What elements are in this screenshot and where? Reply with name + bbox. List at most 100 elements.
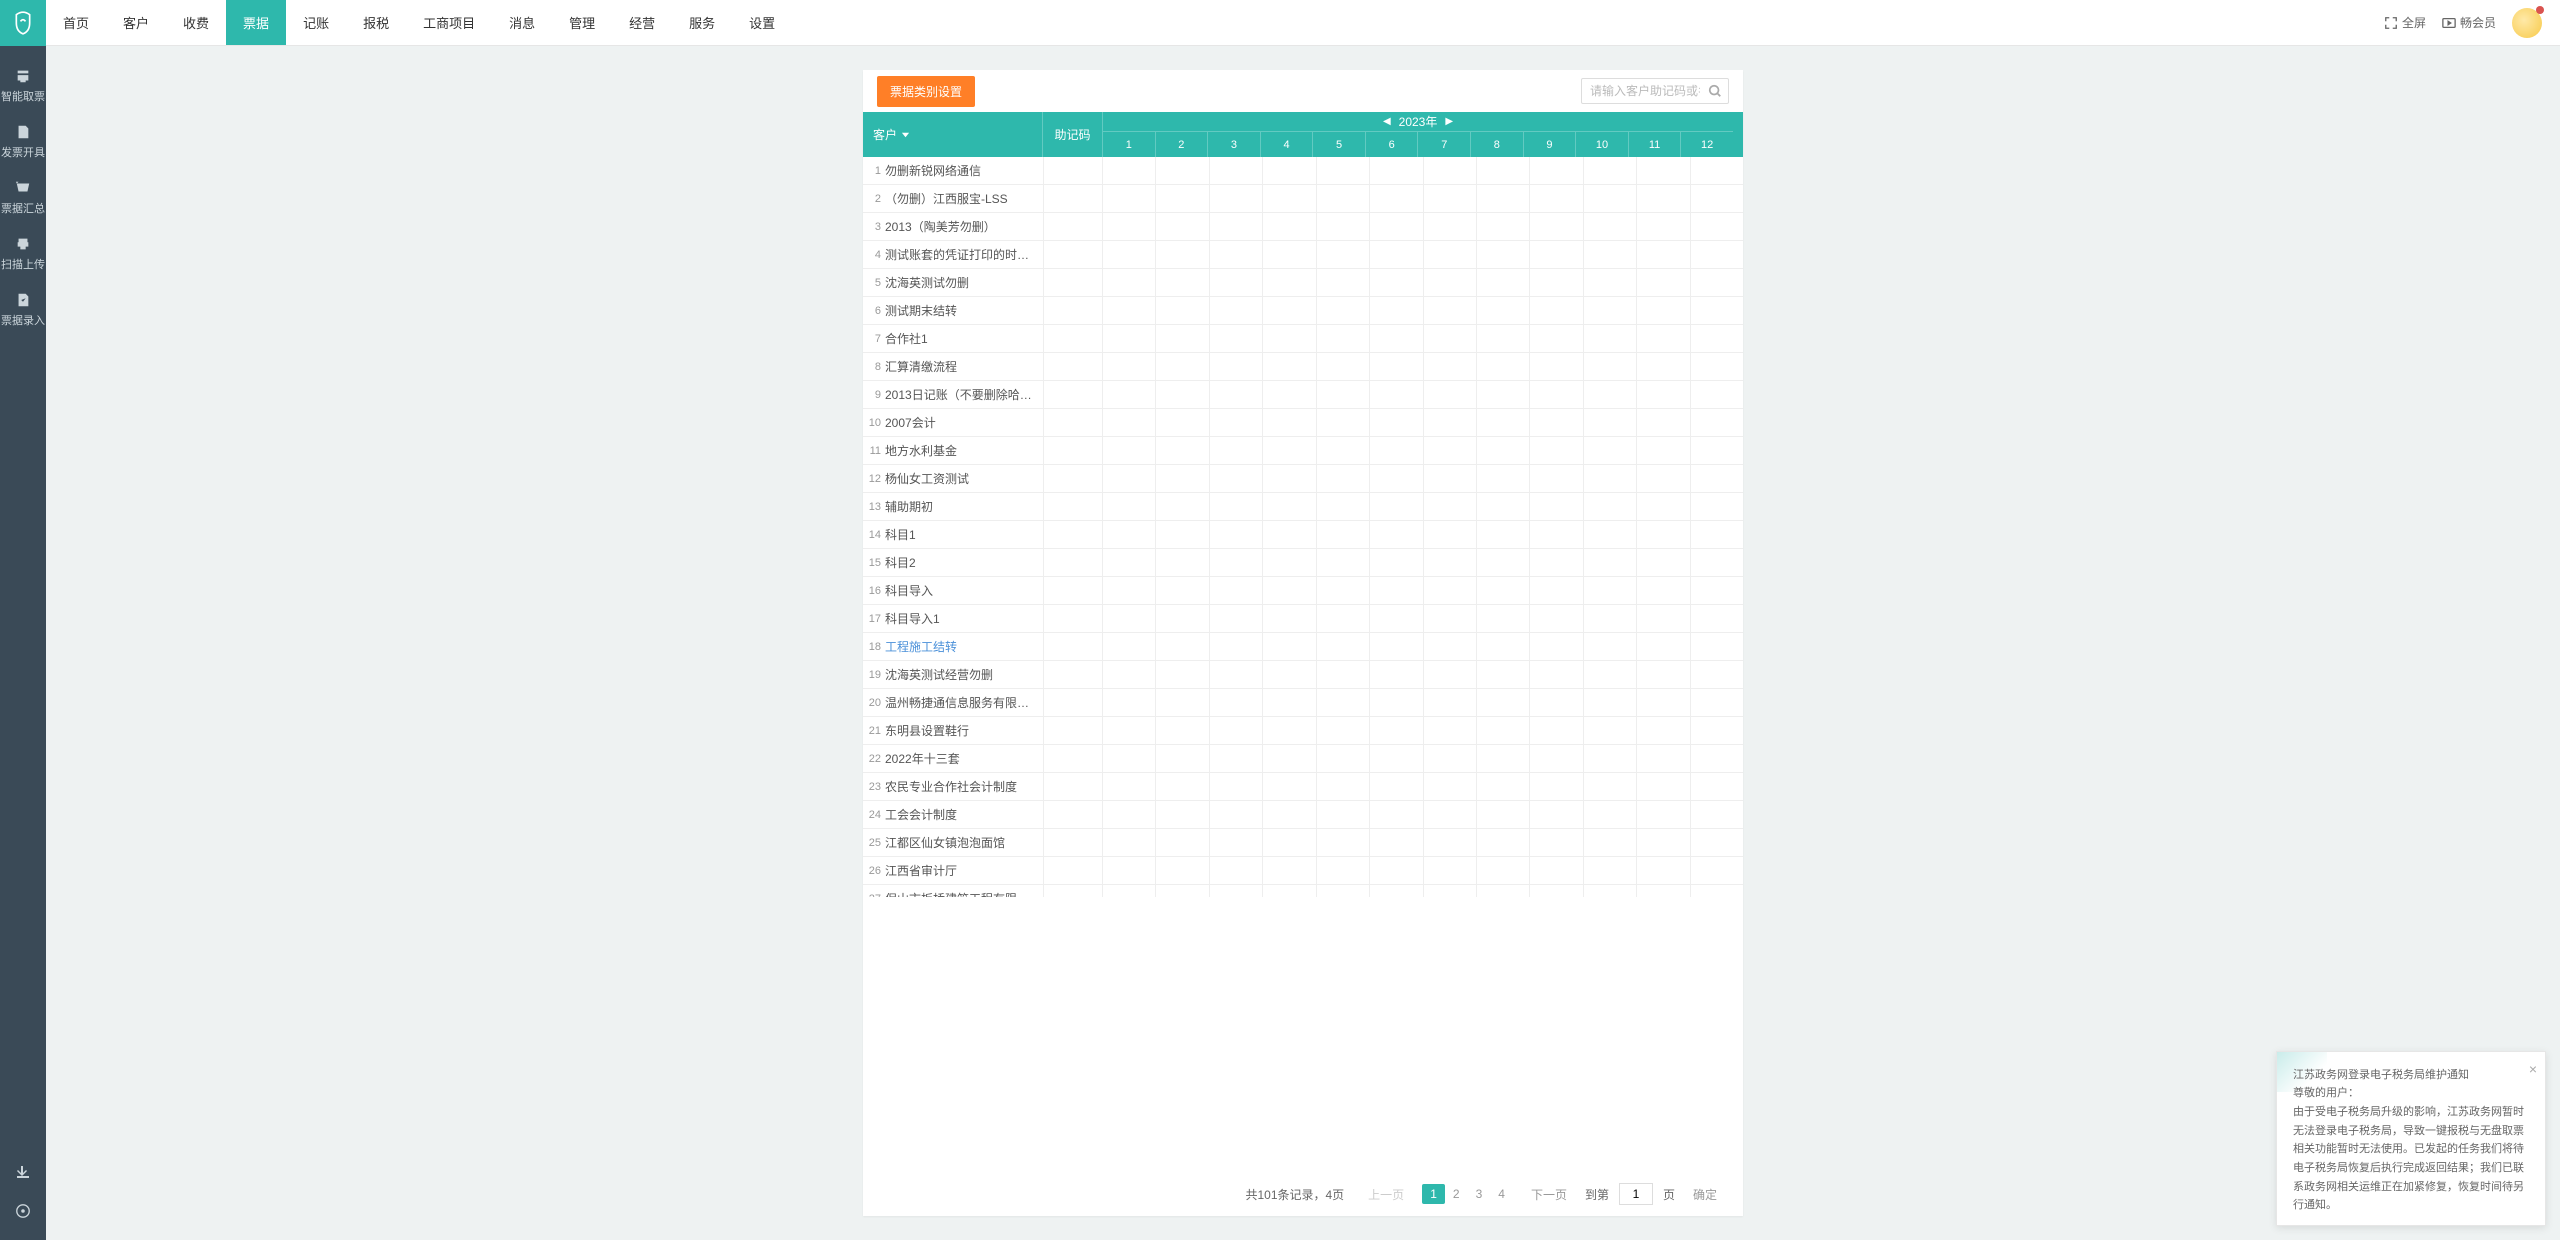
pager-page-3[interactable]: 3 — [1468, 1184, 1491, 1204]
month-header-8[interactable]: 8 — [1471, 132, 1524, 157]
table-row[interactable]: 26江西省审计厅 — [863, 857, 1743, 885]
month-header-4[interactable]: 4 — [1261, 132, 1314, 157]
download-icon[interactable] — [14, 1164, 32, 1183]
client-name: 测试期末结转 — [885, 302, 1043, 319]
client-name: 2013（陶美芳勿删） — [885, 218, 1043, 235]
table-row[interactable]: 8汇算清缴流程 — [863, 353, 1743, 381]
member-link[interactable]: 畅会员 — [2442, 14, 2496, 31]
table-row[interactable]: 2（勿删）江西服宝-LSS — [863, 185, 1743, 213]
nav-管理[interactable]: 管理 — [552, 0, 612, 45]
sidebar-item-扫描上传[interactable]: 扫描上传 — [1, 226, 45, 282]
table-row[interactable]: 11地方水利基金 — [863, 437, 1743, 465]
client-name: 科目导入1 — [885, 610, 1043, 627]
nav-记账[interactable]: 记账 — [286, 0, 346, 45]
nav-首页[interactable]: 首页 — [46, 0, 106, 45]
sidebar-item-发票开具[interactable]: 发票开具 — [1, 114, 45, 170]
client-name: 测试账套的凭证打印的时候是否 — [885, 246, 1043, 263]
table-row[interactable]: 13辅助期初 — [863, 493, 1743, 521]
client-name: 工程施工结转 — [885, 638, 1043, 655]
pager-next[interactable]: 下一页 — [1523, 1183, 1575, 1206]
pager-goto-input[interactable] — [1619, 1183, 1653, 1205]
table-row[interactable]: 92013日记账（不要删除哈，谢... — [863, 381, 1743, 409]
month-header-2[interactable]: 2 — [1156, 132, 1209, 157]
sidebar-item-票据录入[interactable]: 票据录入 — [1, 282, 45, 338]
client-name: 地方水利基金 — [885, 442, 1043, 459]
table-row[interactable]: 5沈海英测试勿删 — [863, 269, 1743, 297]
month-header-7[interactable]: 7 — [1418, 132, 1471, 157]
sidebar-icon — [14, 292, 32, 308]
month-header-5[interactable]: 5 — [1313, 132, 1366, 157]
table-row[interactable]: 27保山市板桥建筑工程有限责任... — [863, 885, 1743, 897]
nav-工商项目[interactable]: 工商项目 — [406, 0, 492, 45]
client-name: 江西省审计厅 — [885, 862, 1043, 879]
close-icon[interactable]: × — [2529, 1058, 2537, 1082]
table-row[interactable]: 19沈海英测试经营勿删 — [863, 661, 1743, 689]
sidebar-item-票据汇总[interactable]: 票据汇总 — [1, 170, 45, 226]
client-name: 东明县设置鞋行 — [885, 722, 1043, 739]
help-icon[interactable] — [14, 1203, 32, 1222]
table-row[interactable]: 6测试期末结转 — [863, 297, 1743, 325]
table-row[interactable]: 21东明县设置鞋行 — [863, 717, 1743, 745]
table-row[interactable]: 7合作社1 — [863, 325, 1743, 353]
pagination: 共101条记录，4页 上一页 1234 下一页 到第 页 确定 — [863, 1172, 1743, 1216]
client-name: 科目1 — [885, 526, 1043, 543]
client-name: 汇算清缴流程 — [885, 358, 1043, 375]
client-name: 沈海英测试经营勿删 — [885, 666, 1043, 683]
table-row[interactable]: 18工程施工结转 — [863, 633, 1743, 661]
year-label: 2023年 — [1399, 113, 1438, 130]
sidebar-icon — [14, 68, 32, 84]
table-row[interactable]: 1勿删新锐网络通信 — [863, 157, 1743, 185]
month-header-6[interactable]: 6 — [1366, 132, 1419, 157]
nav-报税[interactable]: 报税 — [346, 0, 406, 45]
client-name: 2013日记账（不要删除哈，谢... — [885, 386, 1043, 403]
table-row[interactable]: 222022年十三套 — [863, 745, 1743, 773]
nav-经营[interactable]: 经营 — [612, 0, 672, 45]
nav-收费[interactable]: 收费 — [166, 0, 226, 45]
table-row[interactable]: 102007会计 — [863, 409, 1743, 437]
year-next[interactable]: ▶ — [1445, 116, 1453, 127]
month-header-10[interactable]: 10 — [1576, 132, 1629, 157]
mascot-avatar[interactable] — [2512, 8, 2542, 38]
search-input[interactable] — [1581, 78, 1729, 104]
table-row[interactable]: 14科目1 — [863, 521, 1743, 549]
nav-设置[interactable]: 设置 — [732, 0, 792, 45]
member-label: 畅会员 — [2460, 14, 2496, 31]
pager-confirm[interactable]: 确定 — [1685, 1183, 1725, 1206]
month-header-9[interactable]: 9 — [1524, 132, 1577, 157]
notice-title: 江苏政务网登录电子税务局维护通知 — [2293, 1066, 2529, 1085]
column-header-client[interactable]: 客户 — [863, 112, 1043, 157]
fullscreen-toggle[interactable]: 全屏 — [2384, 14, 2426, 31]
pager-prev[interactable]: 上一页 — [1360, 1183, 1412, 1206]
year-selector: ◀ 2023年 ▶ — [1103, 112, 1733, 132]
table-row[interactable]: 32013（陶美芳勿删） — [863, 213, 1743, 241]
pager-page-4[interactable]: 4 — [1490, 1184, 1513, 1204]
table-row[interactable]: 4测试账套的凭证打印的时候是否 — [863, 241, 1743, 269]
nav-票据[interactable]: 票据 — [226, 0, 286, 45]
table-row[interactable]: 12杨仙女工资测试 — [863, 465, 1743, 493]
client-name: 保山市板桥建筑工程有限责任... — [885, 890, 1043, 897]
notice-popup: × 江苏政务网登录电子税务局维护通知 尊敬的用户： 由于受电子税务局升级的影响，… — [2276, 1051, 2546, 1227]
table-row[interactable]: 17科目导入1 — [863, 605, 1743, 633]
month-header-11[interactable]: 11 — [1629, 132, 1682, 157]
nav-客户[interactable]: 客户 — [106, 0, 166, 45]
sidebar-icon — [14, 236, 32, 252]
nav-消息[interactable]: 消息 — [492, 0, 552, 45]
sidebar-item-智能取票[interactable]: 智能取票 — [1, 58, 45, 114]
year-prev[interactable]: ◀ — [1383, 116, 1391, 127]
notice-body: 由于受电子税务局升级的影响，江苏政务网暂时无法登录电子税务局，导致一键报税与无盘… — [2293, 1103, 2529, 1215]
table-row[interactable]: 23农民专业合作社会计制度 — [863, 773, 1743, 801]
pager-page-2[interactable]: 2 — [1445, 1184, 1468, 1204]
month-header-3[interactable]: 3 — [1208, 132, 1261, 157]
nav-服务[interactable]: 服务 — [672, 0, 732, 45]
table-row[interactable]: 25江都区仙女镇泡泡面馆 — [863, 829, 1743, 857]
table-row[interactable]: 16科目导入 — [863, 577, 1743, 605]
table-row[interactable]: 20温州畅捷通信息服务有限公司 — [863, 689, 1743, 717]
table-row[interactable]: 15科目2 — [863, 549, 1743, 577]
column-header-code[interactable]: 助记码 — [1043, 112, 1103, 157]
pager-page-1[interactable]: 1 — [1422, 1184, 1445, 1204]
month-header-1[interactable]: 1 — [1103, 132, 1156, 157]
month-header-12[interactable]: 12 — [1681, 132, 1733, 157]
client-name: 工会会计制度 — [885, 806, 1043, 823]
bill-category-setting-button[interactable]: 票据类别设置 — [877, 76, 975, 107]
table-row[interactable]: 24工会会计制度 — [863, 801, 1743, 829]
